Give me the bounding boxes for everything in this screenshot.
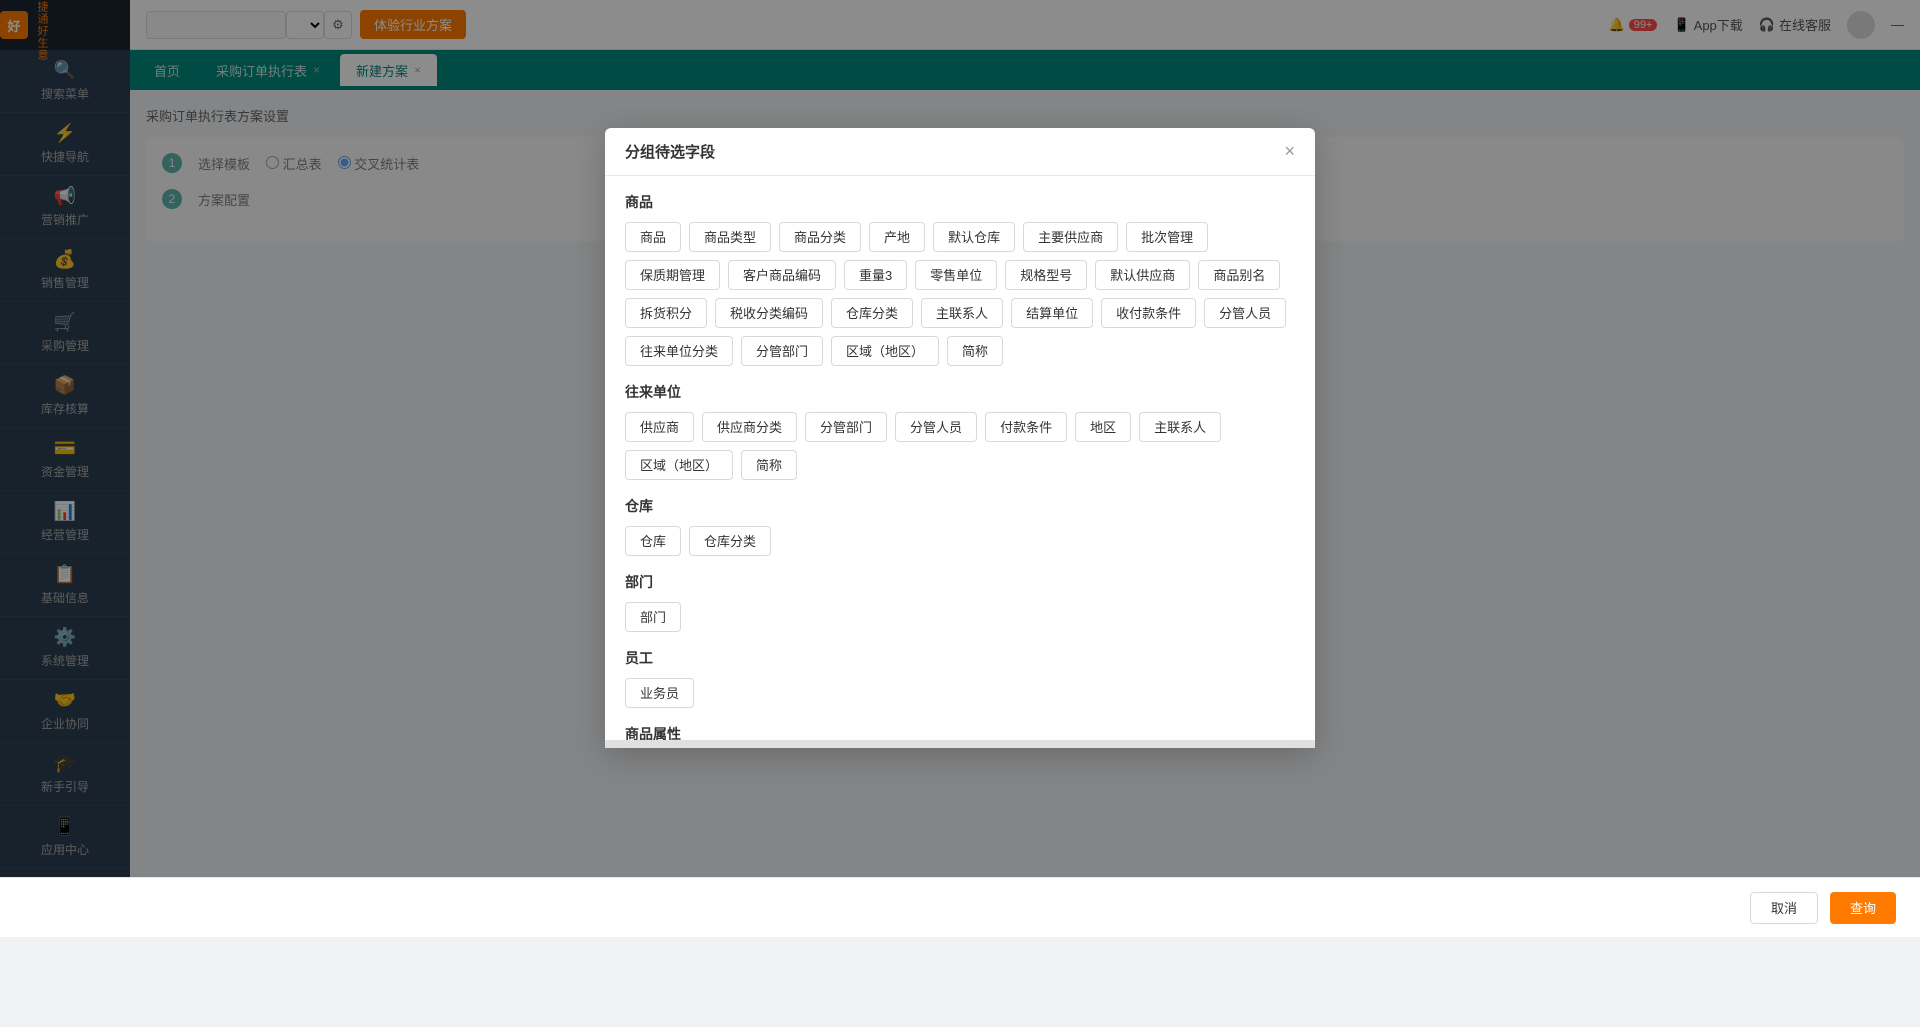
field-tag[interactable]: 拆货积分: [625, 298, 707, 328]
field-tag[interactable]: 商品别名: [1198, 260, 1280, 290]
field-tag[interactable]: 保质期管理: [625, 260, 720, 290]
field-tag[interactable]: 分管人员: [895, 412, 977, 442]
field-tag[interactable]: 重量3: [844, 260, 907, 290]
field-tag[interactable]: 结算单位: [1011, 298, 1093, 328]
field-grid-往来单位: 供应商供应商分类分管部门分管人员付款条件地区主联系人区域（地区） 简称: [625, 412, 1295, 480]
field-tag[interactable]: 规格型号: [1005, 260, 1087, 290]
modal-h-scrollbar[interactable]: [605, 740, 1315, 747]
field-tag[interactable]: 主联系人: [921, 298, 1003, 328]
field-tag[interactable]: 区域（地区）: [625, 450, 733, 480]
modal-title: 分组待选字段: [625, 141, 715, 162]
field-tag[interactable]: 客户商品编码: [728, 260, 836, 290]
field-tag[interactable]: 收付款条件: [1101, 298, 1196, 328]
field-tag[interactable]: 商品类型: [689, 222, 771, 252]
field-grid-部门: 部门: [625, 602, 1295, 632]
field-tag[interactable]: 供应商: [625, 412, 694, 442]
field-tag[interactable]: 付款条件: [985, 412, 1067, 442]
field-grid-仓库: 仓库仓库分类: [625, 526, 1295, 556]
section-title-商品: 商品: [625, 192, 1295, 212]
modal-close-btn[interactable]: ×: [1284, 142, 1295, 160]
modal-body: 商品商品商品类型商品分类产地默认仓库主要供应商批次管理保质期管理客户商品编码重量…: [605, 176, 1315, 741]
field-tag[interactable]: 产地: [869, 222, 925, 252]
field-grid-商品: 商品商品类型商品分类产地默认仓库主要供应商批次管理保质期管理客户商品编码重量3 零…: [625, 222, 1295, 366]
field-tag[interactable]: 供应商分类: [702, 412, 797, 442]
field-tag[interactable]: 商品分类: [779, 222, 861, 252]
field-tag[interactable]: 商品: [625, 222, 681, 252]
field-tag[interactable]: 分管部门: [741, 336, 823, 366]
field-tag[interactable]: 往来单位分类: [625, 336, 733, 366]
field-tag[interactable]: 简称: [741, 450, 797, 480]
field-tag[interactable]: 税收分类编码: [715, 298, 823, 328]
field-tag[interactable]: 默认供应商: [1095, 260, 1190, 290]
field-grid-员工: 业务员: [625, 678, 1295, 708]
modal-header: 分组待选字段 ×: [605, 128, 1315, 176]
section-title-员工: 员工: [625, 648, 1295, 668]
field-tag[interactable]: 批次管理: [1126, 222, 1208, 252]
field-tag[interactable]: 仓库分类: [689, 526, 771, 556]
field-tag[interactable]: 仓库分类: [831, 298, 913, 328]
field-tag[interactable]: 默认仓库: [933, 222, 1015, 252]
field-tag[interactable]: 分管部门: [805, 412, 887, 442]
section-title-仓库: 仓库: [625, 496, 1295, 516]
section-title-部门: 部门: [625, 572, 1295, 592]
field-tag[interactable]: 零售单位: [915, 260, 997, 290]
section-title-往来单位: 往来单位: [625, 382, 1295, 402]
modal-footer: 取消 查询: [0, 877, 1920, 937]
field-tag[interactable]: 简称: [947, 336, 1003, 366]
field-tag[interactable]: 区域（地区）: [831, 336, 939, 366]
field-tag[interactable]: 部门: [625, 602, 681, 632]
field-select-modal: 分组待选字段 × 商品商品商品类型商品分类产地默认仓库主要供应商批次管理保质期管…: [605, 128, 1315, 748]
field-tag[interactable]: 主要供应商: [1023, 222, 1118, 252]
field-tag[interactable]: 业务员: [625, 678, 694, 708]
section-title-商品属性: 商品属性: [625, 724, 1295, 741]
field-tag[interactable]: 分管人员: [1204, 298, 1286, 328]
cancel-button[interactable]: 取消: [1750, 892, 1818, 924]
field-tag[interactable]: 仓库: [625, 526, 681, 556]
confirm-button[interactable]: 查询: [1830, 892, 1896, 924]
field-tag[interactable]: 地区: [1075, 412, 1131, 442]
field-tag[interactable]: 主联系人: [1139, 412, 1221, 442]
